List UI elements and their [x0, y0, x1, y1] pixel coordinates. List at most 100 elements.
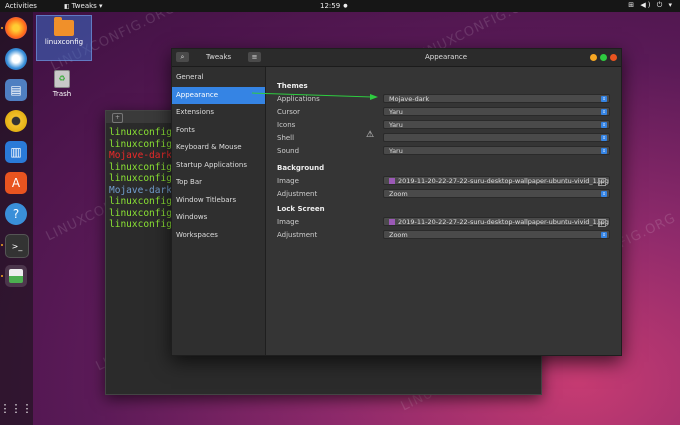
warning-icon: ⚠ — [366, 130, 375, 140]
sidebar-item-workspaces[interactable]: Workspaces — [172, 227, 265, 244]
maximize-icon[interactable] — [600, 54, 607, 61]
desktop-trash[interactable]: ♻ Trash — [44, 70, 80, 102]
clock[interactable]: 12:59 ● — [320, 2, 348, 10]
system-menu[interactable]: ⊞ ◀) ⏻ ▾ — [628, 1, 674, 10]
lock-adjustment-label: Adjustment — [277, 231, 318, 239]
close-icon[interactable] — [610, 54, 617, 61]
cursor-theme-value: Yaru — [389, 108, 403, 116]
image-file-icon — [389, 178, 395, 184]
background-adjustment-select[interactable]: Zoom ⇕ — [383, 189, 610, 198]
sidebar: General Appearance Extensions Fonts Keyboard… — [172, 67, 266, 355]
app-title: Tweaks — [206, 53, 232, 61]
terminal-line: linuxconfig@ — [109, 161, 178, 173]
themes-heading: Themes — [277, 82, 308, 90]
terminal-line: linuxconfig@ — [109, 219, 178, 230]
terminal-line: linuxconfig@ — [109, 127, 178, 138]
sidebar-item-appearance[interactable]: Appearance — [172, 86, 265, 104]
sidebar-item-general[interactable]: General — [172, 69, 265, 86]
terminal-icon[interactable]: >_ — [5, 234, 29, 258]
tweaks-icon[interactable] — [5, 265, 27, 287]
sidebar-item-fonts[interactable]: Fonts — [172, 122, 265, 139]
running-indicator — [1, 275, 3, 277]
open-file-icon: ▭ — [598, 219, 606, 227]
clock-label: 12:59 — [320, 2, 341, 10]
software-icon[interactable]: A — [5, 172, 27, 194]
menu-icon[interactable]: ≡ — [248, 52, 261, 62]
background-image-chooser[interactable]: 2019-11-20-22-27-22-suru-desktop-wallpap… — [383, 176, 610, 186]
appearance-panel: Themes Applications Mojave-dark ⇕ Cursor … — [266, 67, 621, 355]
combo-arrow-icon: ⇕ — [601, 232, 607, 238]
app-menu[interactable]: ◧ Tweaks ▾ — [64, 2, 103, 10]
terminal-line: linuxconfig@ — [109, 138, 178, 150]
background-image-label: Image — [277, 177, 299, 185]
tweaks-headerbar[interactable]: ⌕ Tweaks ≡ Appearance — [172, 49, 621, 67]
background-adjustment-value: Zoom — [389, 190, 408, 198]
icons-theme-value: Yaru — [389, 121, 403, 129]
folder-icon — [54, 17, 74, 36]
combo-arrow-icon: ⇕ — [601, 122, 607, 128]
thunderbird-icon[interactable] — [5, 48, 27, 70]
search-icon[interactable]: ⌕ — [176, 52, 189, 62]
open-file-icon: ▭ — [598, 178, 606, 186]
sound-label: Sound — [277, 147, 300, 155]
running-indicator — [1, 244, 3, 246]
background-heading: Background — [277, 164, 325, 172]
sidebar-item-keyboard-mouse[interactable]: Keyboard & Mouse — [172, 139, 265, 156]
cursor-theme-select[interactable]: Yaru ⇕ — [383, 107, 610, 116]
sidebar-item-startup-applications[interactable]: Startup Applications — [172, 157, 265, 174]
trash-icon: ♻ — [54, 70, 70, 88]
lock-image-value: 2019-11-20-22-27-22-suru-desktop-wallpap… — [398, 218, 609, 226]
app-menu-label: Tweaks ▾ — [71, 2, 103, 10]
sidebar-item-windows[interactable]: Windows — [172, 209, 265, 226]
lock-screen-heading: Lock Screen — [277, 205, 325, 213]
writer-icon[interactable]: ▥ — [5, 141, 27, 163]
show-applications-icon[interactable]: ⋮⋮⋮ — [0, 397, 33, 419]
help-icon[interactable]: ? — [5, 203, 27, 225]
tweaks-window: ⌕ Tweaks ≡ Appearance General Appearance E… — [171, 48, 622, 356]
activities-button[interactable]: Activities — [5, 2, 37, 10]
dock: ▤ ▥ A ? >_ ⋮⋮⋮ — [0, 12, 33, 425]
lock-adjustment-select[interactable]: Zoom ⇕ — [383, 230, 610, 239]
shell-label: Shell — [277, 134, 295, 142]
combo-arrow-icon: ⇕ — [601, 135, 607, 141]
applications-theme-value: Mojave-dark — [389, 95, 430, 103]
combo-arrow-icon: ⇕ — [601, 96, 607, 102]
lock-adjustment-value: Zoom — [389, 231, 408, 239]
background-adjustment-label: Adjustment — [277, 190, 318, 198]
terminal-line: Mojave-dark — [109, 184, 172, 196]
page-title: Appearance — [425, 53, 468, 61]
combo-arrow-icon: ⇕ — [601, 191, 607, 197]
lock-image-chooser[interactable]: 2019-11-20-22-27-22-suru-desktop-wallpap… — [383, 217, 610, 227]
shell-theme-select[interactable]: ⇕ — [383, 133, 610, 142]
sidebar-item-window-titlebars[interactable]: Window Titlebars — [172, 192, 265, 209]
files-icon[interactable]: ▤ — [5, 79, 27, 101]
combo-arrow-icon: ⇕ — [601, 109, 607, 115]
tweaks-icon-glyph — [9, 269, 23, 283]
combo-arrow-icon: ⇕ — [601, 148, 607, 154]
background-image-value: 2019-11-20-22-27-22-suru-desktop-wallpap… — [398, 177, 609, 185]
sidebar-item-top-bar[interactable]: Top Bar — [172, 174, 265, 191]
minimize-icon[interactable] — [590, 54, 597, 61]
terminal-output: linuxconfig@ linuxconfig@ Mojave-dark linux… — [109, 127, 178, 231]
rhythmbox-icon[interactable] — [5, 110, 27, 132]
desktop-home-label: linuxconfig — [44, 38, 84, 46]
cursor-label: Cursor — [277, 108, 301, 116]
terminal-line: linuxconfig@ — [109, 173, 178, 184]
running-indicator — [1, 27, 3, 29]
firefox-icon[interactable] — [5, 17, 27, 39]
desktop-home-folder[interactable]: linuxconfig — [36, 15, 92, 61]
image-file-icon — [389, 219, 395, 225]
sound-theme-select[interactable]: Yaru ⇕ — [383, 146, 610, 155]
desktop-trash-label: Trash — [52, 90, 72, 98]
lock-image-label: Image — [277, 218, 299, 226]
terminal-line: linuxconfig@ — [109, 207, 178, 219]
sidebar-item-extensions[interactable]: Extensions — [172, 104, 265, 121]
applications-theme-select[interactable]: Mojave-dark ⇕ — [383, 94, 610, 103]
new-tab-icon[interactable]: + — [112, 113, 123, 123]
sound-theme-value: Yaru — [389, 147, 403, 155]
icons-theme-select[interactable]: Yaru ⇕ — [383, 120, 610, 129]
icons-label: Icons — [277, 121, 296, 129]
notification-dot-icon: ● — [343, 3, 348, 9]
top-bar: Activities ◧ Tweaks ▾ 12:59 ● ⊞ ◀) ⏻ ▾ — [0, 0, 680, 12]
applications-label: Applications — [277, 95, 320, 103]
